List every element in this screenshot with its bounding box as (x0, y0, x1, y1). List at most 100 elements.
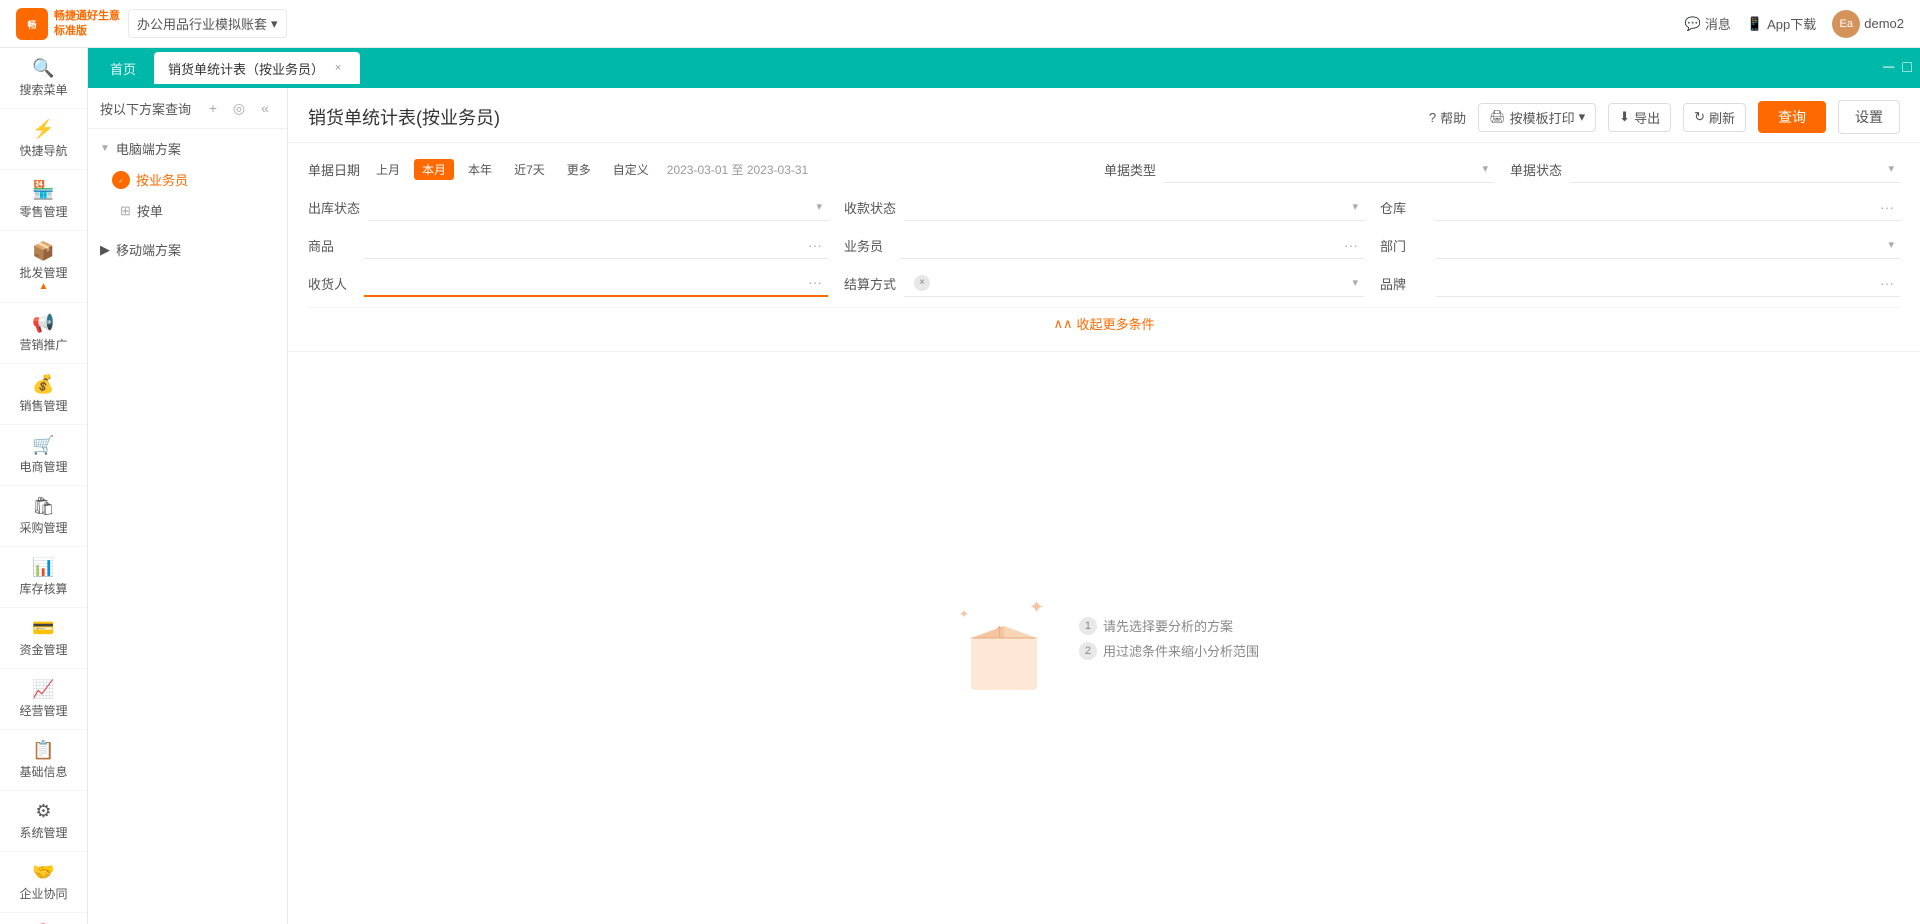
group-arrow-icon: ▼ (100, 143, 110, 154)
filter-item-consignee: 收货人 ··· (308, 269, 828, 297)
brand-control[interactable]: ··· (1436, 269, 1900, 297)
tab-home[interactable]: 首页 (96, 52, 150, 84)
doc-status-select[interactable]: ▾ (1570, 155, 1900, 183)
enterprise-icon: 🤝 (32, 862, 54, 883)
download-action[interactable]: 📱 App下载 (1747, 14, 1816, 33)
inventory-icon: 📊 (32, 557, 54, 578)
doc-status-label: 单据状态 (1510, 160, 1562, 179)
logo-text: 畅捷通好生意 标准版 (54, 9, 120, 38)
filter-item-doc-type: 单据类型 ▾ (1104, 155, 1494, 183)
scheme-edit-icon[interactable]: ◎ (229, 98, 249, 118)
warehouse-dots-icon[interactable]: ··· (1880, 199, 1894, 215)
sidebar-item-quicknav[interactable]: ⚡ 快捷导航 (0, 109, 87, 170)
warehouse-label: 仓库 (1380, 198, 1428, 217)
filter-item-warehouse: 仓库 ··· (1380, 193, 1900, 221)
scheme-panel-header: 按以下方案查询 + ◎ « (88, 88, 287, 129)
sidebar-item-enterprise[interactable]: 🤝 企业协同 (0, 852, 87, 913)
settlement-select[interactable]: × ▾ (904, 269, 1364, 297)
shipment-label: 出库状态 (308, 198, 360, 217)
sidebar-item-ecommerce[interactable]: 🛒 电商管理 (0, 425, 87, 486)
product-dots-icon[interactable]: ··· (808, 237, 822, 253)
scheme-group-mobile-header[interactable]: ▶ 移动端方案 (88, 234, 287, 265)
product-control[interactable]: ··· (364, 231, 828, 259)
sidebar-item-purchase[interactable]: 🛍 采购管理 (0, 486, 87, 547)
warehouse-control[interactable]: ··· (1436, 193, 1900, 221)
system-icon: ⚙ (35, 801, 51, 822)
filter-area: 单据日期 上月 本月 本年 近7天 更多 自定义 2023-03-01 至 20… (288, 143, 1920, 352)
basic-icon: 📋 (32, 740, 54, 761)
filter-row-2: 出库状态 ▾ 收款状态 ▾ (308, 193, 1900, 221)
filter-item-salesperson: 业务员 ··· (844, 231, 1364, 259)
collapse-more-btn[interactable]: ∧∧ 收起更多条件 (308, 307, 1900, 339)
salesperson-control[interactable]: ··· (900, 231, 1364, 259)
mobile-group-arrow-icon: ▶ (100, 242, 110, 258)
retail-icon: 🏪 (32, 180, 54, 201)
query-button[interactable]: 查询 (1758, 101, 1826, 133)
sidebar-item-system[interactable]: ⚙ 系统管理 (0, 791, 87, 852)
page-title: 销货单统计表(按业务员) (308, 104, 500, 130)
empty-num-2: 2 (1079, 642, 1097, 660)
payment-label: 收款状态 (844, 198, 896, 217)
header-right: 💬 消息 📱 App下载 Ea demo2 (1685, 10, 1904, 38)
doc-type-select[interactable]: ▾ (1164, 155, 1494, 183)
brand-dots-icon[interactable]: ··· (1880, 275, 1894, 291)
doc-type-arrow-icon: ▾ (1482, 162, 1488, 175)
dept-select[interactable]: ▾ (1436, 231, 1900, 259)
sidebar-item-sales[interactable]: 💰 销售管理 (0, 364, 87, 425)
scheme-sub-item-order[interactable]: ⊞ 按单 (88, 195, 287, 226)
sidebar-item-marketing[interactable]: 📢 营销推广 (0, 303, 87, 364)
content-area: 首页 销货单统计表（按业务员） × ─ □ 按以下方案查询 + (88, 48, 1920, 924)
main-layout: 🔍 搜索菜单 ⚡ 快捷导航 🏪 零售管理 📦 批发管理 ▲ 📢 营销推广 💰 销… (0, 48, 1920, 924)
sidebar-item-wholesale[interactable]: 📦 批发管理 ▲ (0, 231, 87, 303)
consignee-control[interactable]: ··· (364, 269, 828, 297)
sidebar-item-basic[interactable]: 📋 基础信息 (0, 730, 87, 791)
date-last-month-btn[interactable]: 上月 (368, 159, 408, 180)
settings-button[interactable]: 设置 (1838, 100, 1900, 134)
message-action[interactable]: 💬 消息 (1685, 14, 1731, 33)
tab-close-icon[interactable]: × (330, 60, 346, 76)
scheme-collapse-icon[interactable]: « (255, 98, 275, 118)
svg-text:↑: ↑ (995, 620, 1004, 640)
consignee-dots-icon[interactable]: ··· (808, 274, 822, 290)
salesperson-dots-icon[interactable]: ··· (1344, 237, 1358, 253)
sidebar-item-finance[interactable]: 💳 资金管理 (0, 608, 87, 669)
date-label: 单据日期 (308, 160, 360, 179)
tab-minimize-icon[interactable]: ─ (1883, 59, 1894, 77)
sidebar-item-inventory[interactable]: 📊 库存核算 (0, 547, 87, 608)
tab-active[interactable]: 销货单统计表（按业务员） × (154, 52, 360, 84)
sidebar-item-operations[interactable]: 📈 经营管理 (0, 669, 87, 730)
collapse-icon: ∧∧ (1053, 316, 1072, 332)
settlement-arrow-icon: ▾ (1352, 276, 1358, 289)
help-action[interactable]: ? 帮助 (1429, 108, 1466, 127)
scheme-add-icon[interactable]: + (203, 98, 223, 118)
tab-maximize-icon[interactable]: □ (1902, 59, 1912, 77)
brand-label: 品牌 (1380, 274, 1428, 293)
sidebar-item-search[interactable]: 🔍 搜索菜单 (0, 48, 87, 109)
print-button[interactable]: 🖨 按模板打印 ▾ (1478, 103, 1596, 132)
scheme-group-desktop-header[interactable]: ▼ 电脑端方案 (88, 133, 287, 164)
user-action[interactable]: Ea demo2 (1832, 10, 1904, 38)
page-inner: 按以下方案查询 + ◎ « ▼ 电脑端方案 (88, 88, 1920, 924)
app-selector[interactable]: 办公用品行业模拟账套 ▾ (128, 9, 287, 38)
date-this-year-btn[interactable]: 本年 (460, 159, 500, 180)
date-more-btn[interactable]: 更多 (559, 159, 599, 180)
shipment-select[interactable]: ▾ (368, 193, 828, 221)
date-this-month-btn[interactable]: 本月 (414, 159, 454, 180)
date-custom-btn[interactable]: 自定义 (605, 159, 657, 180)
page-content: 按以下方案查询 + ◎ « ▼ 电脑端方案 (88, 88, 1920, 924)
tab-bar: 首页 销货单统计表（按业务员） × ─ □ (88, 48, 1920, 88)
main-panel: 销货单统计表(按业务员) ? 帮助 🖨 按模板打印 ▾ (288, 88, 1920, 924)
logo-area: 畅 畅捷通好生意 标准版 (16, 8, 120, 40)
scheme-item-salesperson[interactable]: ✓ 按业务员 (88, 164, 287, 195)
export-button[interactable]: ⬇ 导出 (1608, 103, 1671, 132)
finance-icon: 💳 (32, 618, 54, 639)
dept-label: 部门 (1380, 236, 1428, 255)
payment-select[interactable]: ▾ (904, 193, 1364, 221)
sidebar-item-tutorial[interactable]: 🎯 新手引导 (0, 913, 87, 924)
doc-status-arrow-icon: ▾ (1888, 162, 1894, 175)
sidebar-item-retail[interactable]: 🏪 零售管理 (0, 170, 87, 231)
settlement-clear-icon[interactable]: × (914, 275, 930, 291)
refresh-button[interactable]: ↻ 刷新 (1683, 103, 1746, 132)
empty-text-area: 1 请先选择要分析的方案 2 用过滤条件来缩小分析范围 (1079, 616, 1259, 660)
date-last7-btn[interactable]: 近7天 (506, 159, 553, 180)
